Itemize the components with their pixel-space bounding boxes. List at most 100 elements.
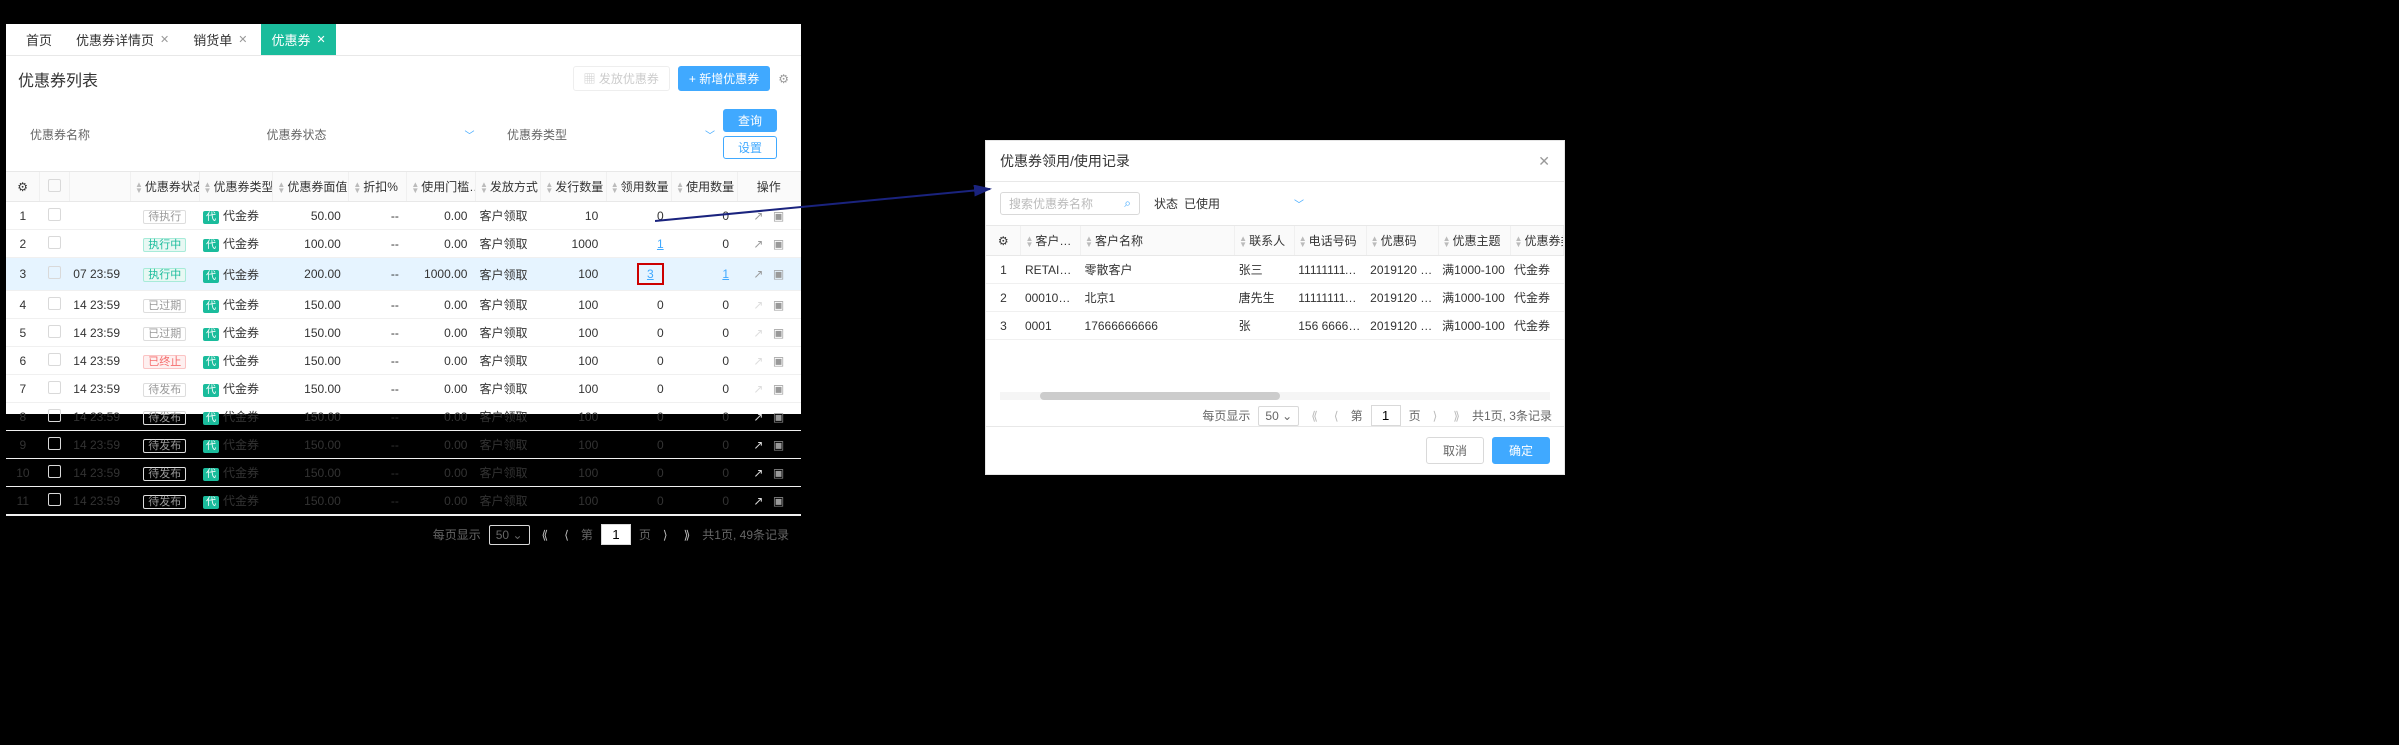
col-method[interactable]: ▲▼发放方式 [475,172,540,202]
page-input[interactable] [1371,405,1401,426]
share-icon[interactable]: ↗ [753,382,763,396]
col-face[interactable]: ▲▼优惠券面值 [273,172,349,202]
tab-home[interactable]: 首页 [16,24,62,55]
tab-sales-order[interactable]: 销货单✕ [183,24,257,55]
checkbox-icon[interactable] [48,297,61,310]
row-checkbox[interactable] [40,347,70,375]
checkbox-icon[interactable] [48,179,61,192]
col-gear[interactable]: ⚙ [986,226,1021,256]
share-icon[interactable]: ↗ [753,326,763,340]
share-icon[interactable]: ↗ [753,237,763,251]
table-row[interactable]: 11 14 23:59 待发布 代代金券 150.00 -- 0.00 客户领取… [6,487,801,515]
page-input[interactable] [601,524,631,545]
qrcode-icon[interactable]: ▣ [773,298,784,312]
next-page-icon[interactable]: ⟩ [659,528,672,542]
qrcode-icon[interactable]: ▣ [773,494,784,508]
table-row[interactable]: 6 14 23:59 已终止 代代金券 150.00 -- 0.00 客户领取 … [6,347,801,375]
col-gear[interactable]: ⚙ [6,172,40,202]
checkbox-icon[interactable] [48,409,61,422]
qrcode-icon[interactable]: ▣ [773,354,784,368]
row-checkbox[interactable] [40,487,70,515]
prev-page-icon[interactable]: ⟨ [560,528,573,542]
table-row[interactable]: 5 14 23:59 已过期 代代金券 150.00 -- 0.00 客户领取 … [6,319,801,347]
col-use[interactable]: ▲▼使用数量 [672,172,737,202]
share-icon[interactable]: ↗ [753,298,763,312]
col-status[interactable]: ▲▼优惠券状态 [130,172,199,202]
qrcode-icon[interactable]: ▣ [773,382,784,396]
qrcode-icon[interactable]: ▣ [773,410,784,424]
share-icon[interactable]: ↗ [753,494,763,508]
prev-page-icon[interactable]: ⟨ [1330,409,1343,423]
per-page-select[interactable]: 50 ⌄ [1258,406,1299,426]
checkbox-icon[interactable] [48,437,61,450]
filter-type-select[interactable] [571,130,701,138]
table-row[interactable]: 8 14 23:59 待发布 代代金券 150.00 -- 0.00 客户领取 … [6,403,801,431]
get-count-link[interactable]: 1 [657,237,664,251]
table-row[interactable]: 10 14 23:59 待发布 代代金券 150.00 -- 0.00 客户领取… [6,459,801,487]
use-count-link[interactable]: 1 [722,267,729,281]
col-ctype[interactable]: ▲▼优惠券类 [1510,226,1563,256]
table-row[interactable]: 4 14 23:59 已过期 代代金券 150.00 -- 0.00 客户领取 … [6,291,801,319]
col-cust-name[interactable]: ▲▼客户名称 [1081,226,1235,256]
status-select[interactable]: 已使用 ﹀ [1184,195,1304,212]
row-checkbox[interactable] [40,258,70,291]
close-icon[interactable]: ✕ [1538,153,1550,170]
query-button[interactable]: 查询 [723,109,777,132]
share-icon[interactable]: ↗ [753,267,763,281]
table-row[interactable]: 7 14 23:59 待发布 代代金券 150.00 -- 0.00 客户领取 … [6,375,801,403]
table-row[interactable]: 2 00010001 北京1 唐先生 11111111111 2019120 7… [986,284,1564,312]
per-page-select[interactable]: 50 ⌄ [489,525,530,545]
col-phone[interactable]: ▲▼电话号码 [1294,226,1366,256]
first-page-icon[interactable]: ⟪ [1307,409,1322,423]
tab-coupon[interactable]: 优惠券✕ [261,24,335,55]
checkbox-icon[interactable] [48,325,61,338]
col-threshold[interactable]: ▲▼使用门槛… [407,172,476,202]
share-icon[interactable]: ↗ [753,438,763,452]
col-coupon-code[interactable]: ▲▼优惠码 [1366,226,1438,256]
row-checkbox[interactable] [40,375,70,403]
row-checkbox[interactable] [40,403,70,431]
row-checkbox[interactable] [40,291,70,319]
share-icon[interactable]: ↗ [753,410,763,424]
row-checkbox[interactable] [40,459,70,487]
share-icon[interactable]: ↗ [753,466,763,480]
share-icon[interactable]: ↗ [753,354,763,368]
checkbox-icon[interactable] [48,236,61,249]
qrcode-icon[interactable]: ▣ [773,466,784,480]
checkbox-icon[interactable] [48,465,61,478]
col-type[interactable]: ▲▼优惠券类型 [199,172,273,202]
col-cust-code[interactable]: ▲▼客户… [1021,226,1081,256]
col-topic[interactable]: ▲▼优惠主题 [1438,226,1510,256]
row-checkbox[interactable] [40,319,70,347]
tab-coupon-detail[interactable]: 优惠券详情页✕ [66,24,179,55]
checkbox-icon[interactable] [48,266,61,279]
table-row[interactable]: 3 0001 17666666666 张 156 6666 … 2019120 … [986,312,1564,340]
col-contact[interactable]: ▲▼联系人 [1235,226,1295,256]
row-checkbox[interactable] [40,230,70,258]
confirm-button[interactable]: 确定 [1492,437,1550,464]
qrcode-icon[interactable]: ▣ [773,438,784,452]
config-button[interactable]: 设置 [723,136,777,159]
checkbox-icon[interactable] [48,493,61,506]
filter-name-input[interactable] [94,123,234,146]
table-row[interactable]: 1 RETAIL… 零散客户 张三 11111111111 2019120 70… [986,256,1564,284]
distribute-button[interactable]: ▦ 发放优惠券 [573,66,670,91]
col-discount[interactable]: ▲▼折扣% [349,172,407,202]
cancel-button[interactable]: 取消 [1426,437,1484,464]
row-checkbox[interactable] [40,431,70,459]
last-page-icon[interactable]: ⟫ [680,528,695,542]
qrcode-icon[interactable]: ▣ [773,326,784,340]
row-checkbox[interactable] [40,202,70,230]
table-row[interactable]: 9 14 23:59 待发布 代代金券 150.00 -- 0.00 客户领取 … [6,431,801,459]
next-page-icon[interactable]: ⟩ [1429,409,1442,423]
add-coupon-button[interactable]: + 新增优惠券 [678,66,770,91]
filter-status-select[interactable] [331,130,461,138]
qrcode-icon[interactable]: ▣ [773,209,784,223]
col-time[interactable] [69,172,130,202]
qrcode-icon[interactable]: ▣ [773,267,784,281]
checkbox-icon[interactable] [48,353,61,366]
search-box[interactable]: ⌕ [1000,192,1140,215]
table-row[interactable]: 2 执行中 代代金券 100.00 -- 0.00 客户领取 1000 1 0 … [6,230,801,258]
col-get[interactable]: ▲▼领用数量 [606,172,671,202]
checkbox-icon[interactable] [48,381,61,394]
